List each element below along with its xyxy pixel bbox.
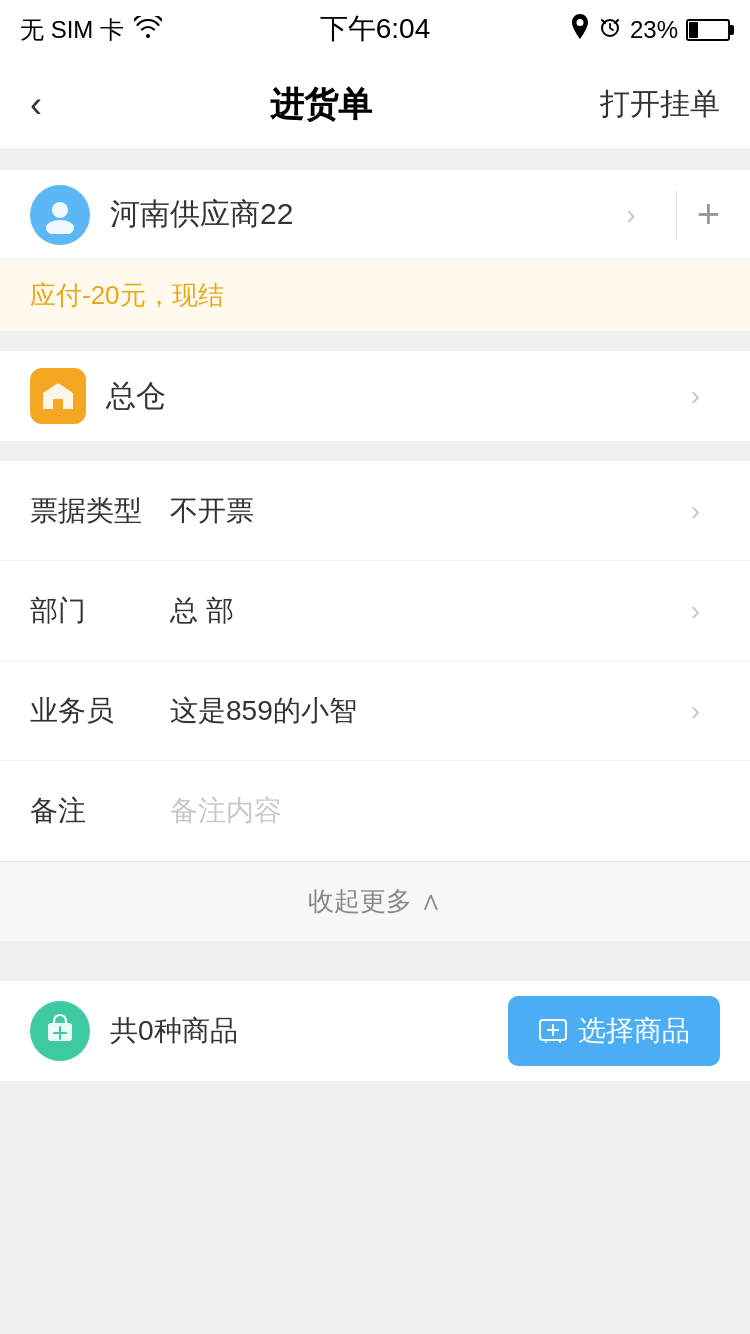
- status-right: 23%: [570, 14, 730, 46]
- remark-label: 备注: [30, 792, 170, 830]
- invoice-type-row[interactable]: 票据类型 不开票 ›: [0, 461, 750, 561]
- salesman-arrow-icon: ›: [691, 695, 700, 727]
- supplier-name: 河南供应商22: [110, 194, 626, 235]
- status-time: 下午6:04: [320, 10, 431, 48]
- add-button[interactable]: +: [697, 192, 720, 237]
- section-gap-2: [0, 331, 750, 351]
- page-background: [0, 1081, 750, 1334]
- open-pending-button[interactable]: 打开挂单: [600, 84, 720, 125]
- invoice-type-value: 不开票: [170, 492, 691, 530]
- collapse-label: 收起更多 ∧: [308, 884, 441, 919]
- location-icon: [570, 14, 590, 46]
- select-product-label: 选择商品: [578, 1012, 690, 1050]
- warehouse-arrow-icon: ›: [691, 380, 700, 412]
- bottom-section: 共0种商品 选择商品: [0, 981, 750, 1081]
- battery-icon: [686, 19, 730, 41]
- page-title: 进货单: [270, 82, 372, 128]
- invoice-type-arrow-icon: ›: [691, 495, 700, 527]
- svg-rect-3: [53, 399, 63, 409]
- remark-row[interactable]: 备注 备注内容: [0, 761, 750, 861]
- salesman-value: 这是859的小智: [170, 692, 691, 730]
- collapse-button[interactable]: 收起更多 ∧: [0, 861, 750, 941]
- warehouse-name: 总仓: [106, 376, 691, 417]
- supplier-row[interactable]: 河南供应商22 › +: [0, 170, 750, 260]
- supplier-avatar: [30, 185, 90, 245]
- select-product-button[interactable]: 选择商品: [508, 996, 720, 1066]
- warehouse-row[interactable]: 总仓 ›: [0, 351, 750, 441]
- status-bar: 无 SIM 卡 下午6:04 23%: [0, 0, 750, 60]
- warehouse-icon: [30, 368, 86, 424]
- salesman-row[interactable]: 业务员 这是859的小智 ›: [0, 661, 750, 761]
- section-gap-1: [0, 150, 750, 170]
- nav-bar: ‹ 进货单 打开挂单: [0, 60, 750, 150]
- product-count-label: 共0种商品: [110, 1012, 508, 1050]
- department-arrow-icon: ›: [691, 595, 700, 627]
- svg-point-1: [52, 202, 68, 218]
- carrier-label: 无 SIM 卡: [20, 14, 124, 46]
- svg-point-2: [46, 220, 74, 234]
- salesman-label: 业务员: [30, 692, 170, 730]
- battery-text: 23%: [630, 16, 678, 44]
- supplier-section: 河南供应商22 › + 应付-20元，现结: [0, 170, 750, 331]
- product-icon: [30, 1001, 90, 1061]
- remark-input[interactable]: 备注内容: [170, 792, 720, 830]
- supplier-arrow-icon: ›: [626, 199, 635, 231]
- info-section: 票据类型 不开票 › 部门 总 部 › 业务员 这是859的小智 › 备注 备注…: [0, 461, 750, 861]
- back-button[interactable]: ‹: [30, 84, 42, 126]
- department-row[interactable]: 部门 总 部 ›: [0, 561, 750, 661]
- status-left: 无 SIM 卡: [20, 14, 162, 46]
- invoice-type-label: 票据类型: [30, 492, 170, 530]
- department-label: 部门: [30, 592, 170, 630]
- supplier-divider: [676, 190, 677, 240]
- notice-text: 应付-20元，现结: [30, 280, 224, 310]
- department-value: 总 部: [170, 592, 691, 630]
- notice-banner: 应付-20元，现结: [0, 260, 750, 331]
- section-gap-3: [0, 941, 750, 961]
- wifi-icon: [134, 16, 162, 44]
- warehouse-section: 总仓 ›: [0, 351, 750, 441]
- alarm-icon: [598, 15, 622, 45]
